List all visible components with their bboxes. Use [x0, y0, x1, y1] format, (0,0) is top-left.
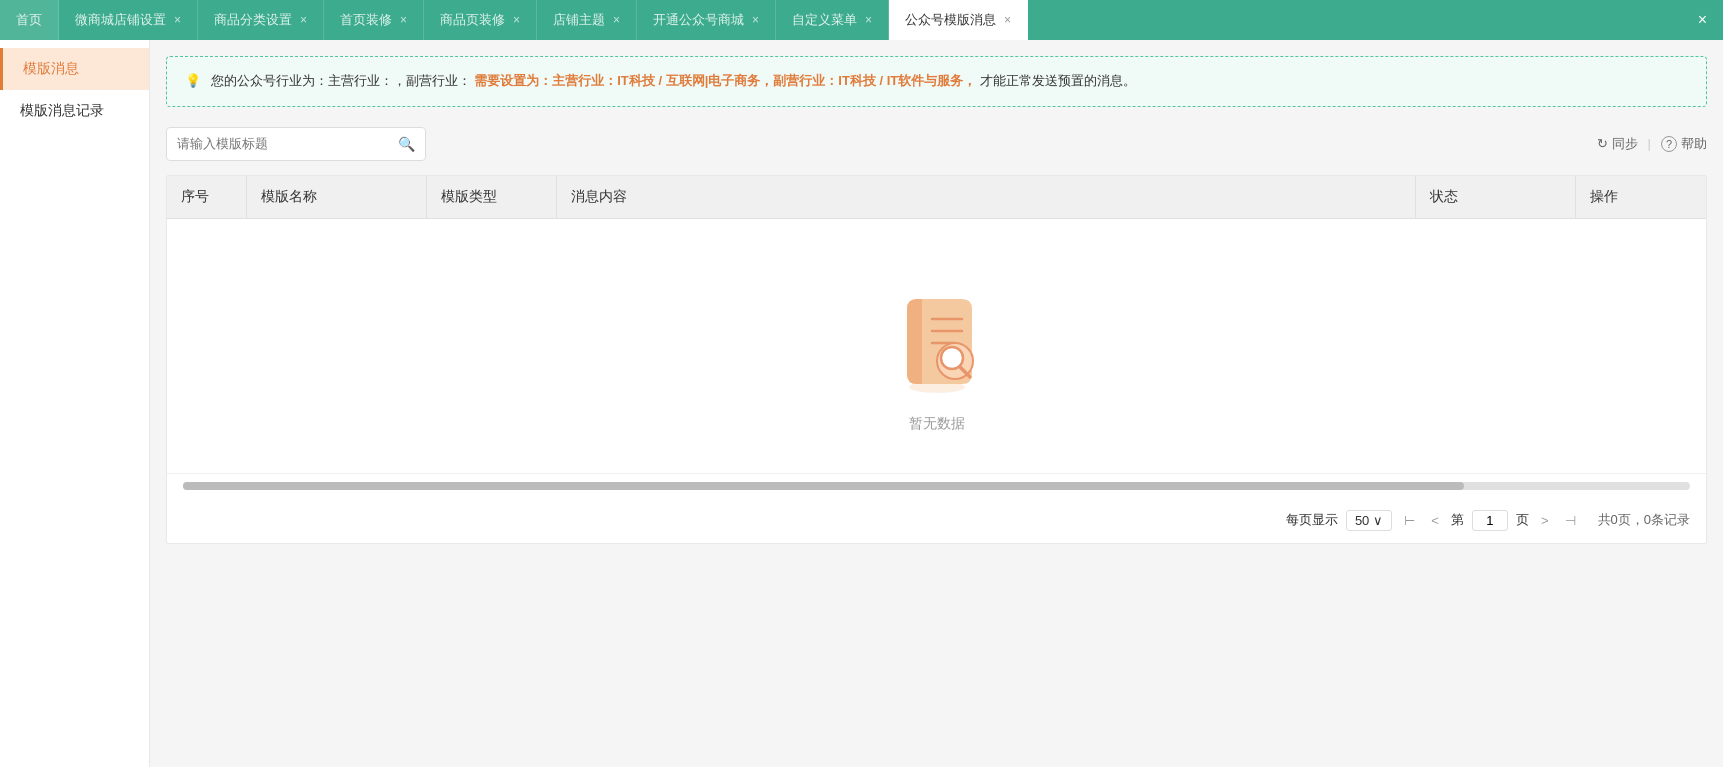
- tab-template-msg[interactable]: 公众号模版消息 ×: [889, 0, 1028, 40]
- page-size-label: 每页显示: [1286, 511, 1338, 529]
- sidebar: 模版消息 模版消息记录: [0, 40, 150, 767]
- empty-text: 暂无数据: [909, 415, 965, 433]
- help-button[interactable]: ? 帮助: [1661, 135, 1707, 153]
- notice-text-prefix: 您的公众号行业为：主营行业：，副营行业：: [211, 73, 471, 88]
- tab-close-product-category[interactable]: ×: [300, 13, 307, 27]
- prev-page-button[interactable]: <: [1427, 511, 1443, 530]
- search-actions: ↻ 同步 | ? 帮助: [1597, 135, 1707, 153]
- scroll-bar-area: [167, 473, 1706, 498]
- col-name: 模版名称: [247, 176, 427, 218]
- next-page-button[interactable]: >: [1537, 511, 1553, 530]
- horizontal-scrollbar[interactable]: [183, 482, 1690, 490]
- pagination-bar: 每页显示 50 ∨ ⊢ < 第 页 > ⊣ 共0页，0条记录: [167, 498, 1706, 543]
- chevron-down-icon: ∨: [1373, 513, 1383, 528]
- tab-close-open-mall[interactable]: ×: [752, 13, 759, 27]
- notice-highlight: 需要设置为：主营行业：IT科技 / 互联网|电子商务，副营行业：IT科技 / I…: [474, 73, 976, 88]
- tab-custom-menu[interactable]: 自定义菜单 ×: [776, 0, 889, 40]
- help-icon: ?: [1661, 136, 1677, 152]
- empty-state: 暂无数据: [167, 219, 1706, 473]
- scrollbar-thumb: [183, 482, 1464, 490]
- tab-home[interactable]: 首页: [0, 0, 59, 40]
- main-layout: 模版消息 模版消息记录 💡 您的公众号行业为：主营行业：，副营行业： 需要设置为…: [0, 40, 1723, 767]
- data-table: 序号 模版名称 模版类型 消息内容 状态 操作: [166, 175, 1707, 544]
- search-bar: 🔍 ↻ 同步 | ? 帮助: [166, 127, 1707, 161]
- notice-icon: 💡: [185, 73, 201, 88]
- close-all-tabs-button[interactable]: ×: [1682, 11, 1723, 29]
- tab-close-home-decoration[interactable]: ×: [400, 13, 407, 27]
- tab-close-wshop-settings[interactable]: ×: [174, 13, 181, 27]
- tab-home-decoration[interactable]: 首页装修 ×: [324, 0, 424, 40]
- tab-bar: 首页 微商城店铺设置 × 商品分类设置 × 首页装修 × 商品页装修 × 店铺主…: [0, 0, 1723, 40]
- tab-product-category[interactable]: 商品分类设置 ×: [198, 0, 324, 40]
- notice-text-suffix: 才能正常发送预置的消息。: [980, 73, 1136, 88]
- sync-label: 同步: [1612, 135, 1638, 153]
- table-header: 序号 模版名称 模版类型 消息内容 状态 操作: [167, 176, 1706, 219]
- col-type: 模版类型: [427, 176, 557, 218]
- tab-store-theme[interactable]: 店铺主题 ×: [537, 0, 637, 40]
- action-divider: |: [1648, 136, 1651, 151]
- svg-point-7: [945, 351, 951, 357]
- total-info: 共0页，0条记录: [1598, 511, 1690, 529]
- sidebar-item-template-msg-record[interactable]: 模版消息记录: [0, 90, 149, 132]
- col-content: 消息内容: [557, 176, 1416, 218]
- help-label: 帮助: [1681, 135, 1707, 153]
- sync-icon: ↻: [1597, 136, 1608, 151]
- sidebar-item-template-msg[interactable]: 模版消息: [0, 48, 149, 90]
- page-label-pre: 第: [1451, 511, 1464, 529]
- empty-state-icon: [877, 279, 997, 399]
- page-input[interactable]: [1472, 510, 1508, 531]
- page-label-suf: 页: [1516, 511, 1529, 529]
- tab-close-product-decoration[interactable]: ×: [513, 13, 520, 27]
- last-page-button[interactable]: ⊣: [1561, 511, 1580, 530]
- content-area: 💡 您的公众号行业为：主营行业：，副营行业： 需要设置为：主营行业：IT科技 /…: [150, 40, 1723, 767]
- tab-wshop-settings[interactable]: 微商城店铺设置 ×: [59, 0, 198, 40]
- page-size-select[interactable]: 50 ∨: [1346, 510, 1392, 531]
- first-page-button[interactable]: ⊢: [1400, 511, 1419, 530]
- notice-box: 💡 您的公众号行业为：主营行业：，副营行业： 需要设置为：主营行业：IT科技 /…: [166, 56, 1707, 107]
- search-input-wrap: 🔍: [166, 127, 426, 161]
- tab-open-mall[interactable]: 开通公众号商城 ×: [637, 0, 776, 40]
- tab-close-store-theme[interactable]: ×: [613, 13, 620, 27]
- tab-close-custom-menu[interactable]: ×: [865, 13, 872, 27]
- page-size-value: 50: [1355, 513, 1369, 528]
- col-status: 状态: [1416, 176, 1576, 218]
- tab-close-template-msg[interactable]: ×: [1004, 13, 1011, 27]
- col-seq: 序号: [167, 176, 247, 218]
- sync-button[interactable]: ↻ 同步: [1597, 135, 1638, 153]
- col-action: 操作: [1576, 176, 1706, 218]
- tab-product-decoration[interactable]: 商品页装修 ×: [424, 0, 537, 40]
- search-icon[interactable]: 🔍: [398, 136, 415, 152]
- search-input[interactable]: [177, 136, 398, 151]
